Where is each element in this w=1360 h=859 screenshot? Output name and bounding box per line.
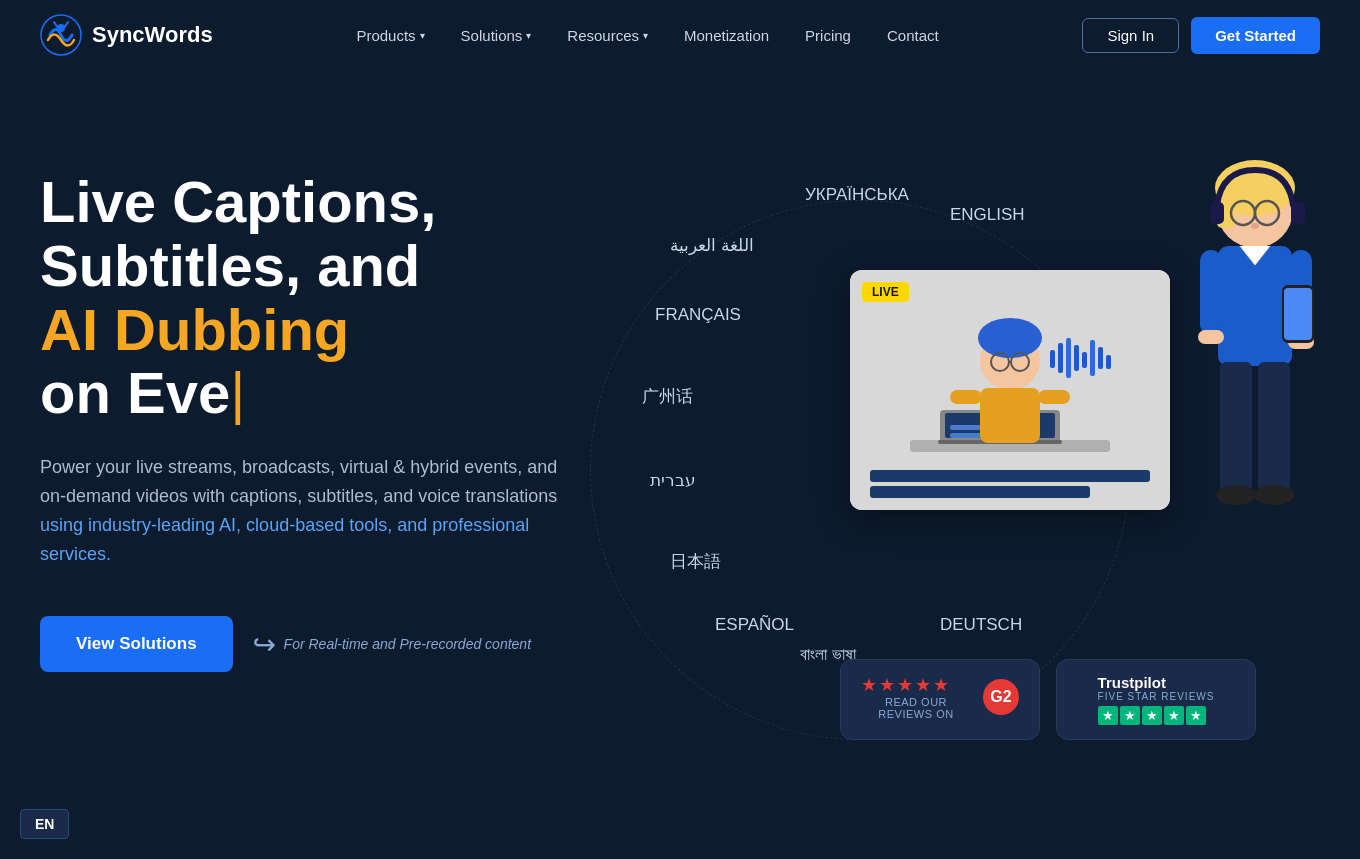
nav-monetization[interactable]: Monetization xyxy=(670,19,783,52)
trustpilot-star-2: ★ xyxy=(1120,706,1140,725)
chevron-down-icon: ▾ xyxy=(420,30,425,41)
svg-point-45 xyxy=(1216,485,1256,505)
svg-rect-19 xyxy=(1066,338,1071,378)
hero-right: УКРАЇНСЬКА ENGLISH اللغة العربية FRANÇAI… xyxy=(640,150,1320,810)
cta-note-wrapper: ↩ For Real-time and Pre-recorded content xyxy=(253,628,531,661)
lang-label-hebrew: עברית xyxy=(650,470,696,491)
live-badge: LIVE xyxy=(862,282,909,302)
svg-rect-24 xyxy=(1106,355,1111,369)
illustration-container: LIVE xyxy=(820,150,1320,750)
svg-rect-40 xyxy=(1284,288,1312,340)
svg-rect-11 xyxy=(980,388,1040,443)
logo-icon xyxy=(40,14,82,56)
svg-rect-30 xyxy=(1210,202,1224,224)
nav-links: Products ▾ Solutions ▾ Resources ▾ Monet… xyxy=(342,19,952,52)
trustpilot-star-5: ★ xyxy=(1186,706,1206,725)
svg-rect-21 xyxy=(1082,352,1087,368)
svg-point-46 xyxy=(1254,485,1294,505)
nav-resources[interactable]: Resources ▾ xyxy=(553,19,662,52)
hero-left: Live Captions, Subtitles, and AI Dubbing… xyxy=(40,150,600,672)
chevron-down-icon: ▾ xyxy=(643,30,648,41)
svg-point-10 xyxy=(978,318,1042,358)
svg-rect-44 xyxy=(1258,362,1290,492)
svg-rect-43 xyxy=(1220,362,1252,492)
hero-description: Power your live streams, broadcasts, vir… xyxy=(40,453,560,568)
svg-rect-42 xyxy=(1198,330,1224,344)
hero-title-orange: AI Dubbing xyxy=(40,297,349,362)
standing-person xyxy=(1160,150,1320,650)
svg-rect-13 xyxy=(1038,390,1070,404)
trustpilot-logo: Trustpilot xyxy=(1098,674,1215,691)
navbar: SyncWords Products ▾ Solutions ▾ Resourc… xyxy=(0,0,1360,70)
svg-rect-31 xyxy=(1291,202,1305,224)
hero-title: Live Captions, Subtitles, and AI Dubbing… xyxy=(40,170,600,425)
review-badges: ★★★★★ READ OUR REVIEWS ON G2 Trustpilot xyxy=(840,659,1256,740)
svg-point-35 xyxy=(1251,223,1259,229)
logo-text: SyncWords xyxy=(92,22,213,48)
svg-rect-23 xyxy=(1098,347,1103,369)
signin-button[interactable]: Sign In xyxy=(1082,18,1179,53)
svg-rect-20 xyxy=(1074,345,1079,371)
nav-actions: Sign In Get Started xyxy=(1082,17,1320,54)
svg-rect-25 xyxy=(870,470,1150,482)
g2-review-badge[interactable]: ★★★★★ READ OUR REVIEWS ON G2 xyxy=(840,659,1040,740)
g2-stars: ★★★★★ xyxy=(861,674,971,696)
locale-badge[interactable]: EN xyxy=(20,809,69,839)
g2-logo: G2 xyxy=(983,679,1019,715)
trustpilot-star-1: ★ xyxy=(1098,706,1118,725)
nav-contact[interactable]: Contact xyxy=(873,19,953,52)
lang-label-japanese: 日本語 xyxy=(670,550,721,573)
lang-label-arabic: اللغة العربية xyxy=(670,235,754,256)
g2-review-text: READ OUR REVIEWS ON xyxy=(861,696,971,720)
cta-note: For Real-time and Pre-recorded content xyxy=(284,636,531,652)
trustpilot-review-badge[interactable]: Trustpilot FIVE STAR REVIEWS ★ ★ ★ ★ ★ xyxy=(1056,659,1256,740)
lang-label-french: FRANÇAIS xyxy=(655,305,741,325)
hero-section: Live Captions, Subtitles, and AI Dubbing… xyxy=(0,70,1360,859)
svg-rect-12 xyxy=(950,390,982,404)
svg-rect-18 xyxy=(1058,343,1063,373)
svg-rect-22 xyxy=(1090,340,1095,376)
trustpilot-name: Trustpilot xyxy=(1098,674,1166,691)
svg-rect-17 xyxy=(1050,350,1055,368)
svg-rect-26 xyxy=(870,486,1090,498)
live-stream-card: LIVE xyxy=(850,270,1170,510)
nav-solutions[interactable]: Solutions ▾ xyxy=(447,19,546,52)
arrow-curve-icon: ↩ xyxy=(253,628,276,661)
trustpilot-sub: FIVE STAR REVIEWS xyxy=(1098,691,1215,702)
nav-pricing[interactable]: Pricing xyxy=(791,19,865,52)
nav-products[interactable]: Products ▾ xyxy=(342,19,438,52)
lang-label-chinese: 广州话 xyxy=(642,385,693,408)
chevron-down-icon: ▾ xyxy=(526,30,531,41)
lang-label-spanish: ESPAÑOL xyxy=(715,615,794,635)
logo[interactable]: SyncWords xyxy=(40,14,213,56)
view-solutions-button[interactable]: View Solutions xyxy=(40,616,233,672)
trustpilot-star-3: ★ xyxy=(1142,706,1162,725)
svg-rect-41 xyxy=(1200,250,1222,335)
person-in-card xyxy=(850,270,1170,510)
getstarted-button[interactable]: Get Started xyxy=(1191,17,1320,54)
trustpilot-star-4: ★ xyxy=(1164,706,1184,725)
hero-cta-row: View Solutions ↩ For Real-time and Pre-r… xyxy=(40,616,600,672)
